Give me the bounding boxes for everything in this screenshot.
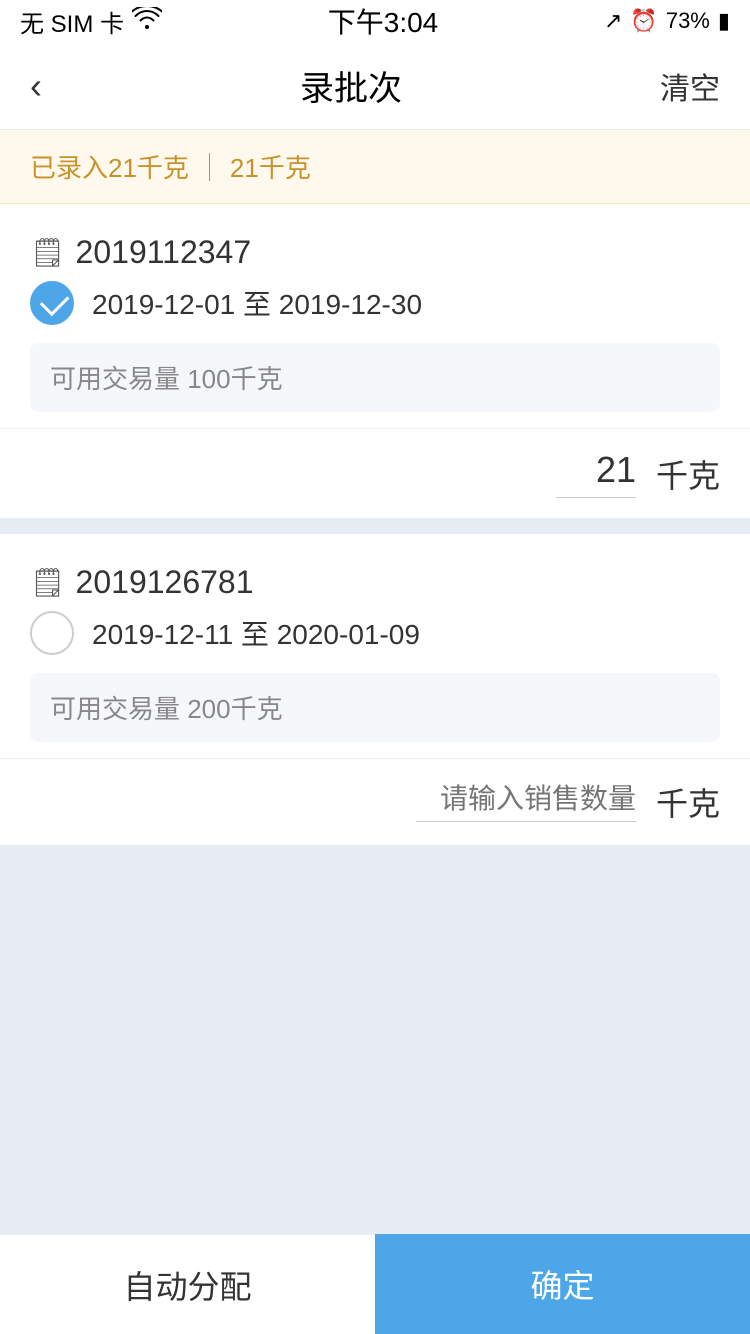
- empty-area: [0, 845, 750, 1245]
- batch-header-2: 🗒 2019126781: [0, 534, 750, 611]
- batch-date-2: 2019-12-11 至 2020-01-09: [92, 613, 420, 653]
- battery-icon: ▮: [718, 8, 730, 34]
- batch-id-2: 2019126781: [76, 564, 254, 601]
- quantity-input-wrap-2[interactable]: [416, 783, 636, 822]
- status-right: ↗ ⏰ 73% ▮: [604, 8, 730, 34]
- batch-card-1: 🗒 2019112347 2019-12-01 至 2019-12-30 可用交…: [0, 204, 750, 518]
- batch-doc-icon-2: 🗒: [30, 566, 66, 599]
- radio-btn-2[interactable]: [30, 611, 74, 655]
- recorded-label: 已录入21千克: [30, 148, 189, 185]
- quantity-row-1: 21 千克: [0, 428, 750, 518]
- section-separator: [0, 518, 750, 534]
- batch-avail-2: 可用交易量 200千克: [30, 673, 720, 742]
- batch-date-1: 2019-12-01 至 2019-12-30: [92, 283, 422, 323]
- recorded-value: 21千克: [230, 148, 311, 185]
- auto-distribute-button[interactable]: 自动分配: [0, 1234, 375, 1334]
- no-sim-text: 无 SIM 卡: [20, 4, 124, 39]
- quantity-unit-1: 千克: [656, 451, 720, 497]
- batch-id-1: 2019112347: [76, 234, 252, 271]
- location-icon: ↗: [604, 8, 622, 34]
- batch-doc-icon-1: 🗒: [30, 236, 66, 269]
- input-unit-2: 千克: [656, 779, 720, 825]
- quantity-display-1: 21: [556, 449, 636, 498]
- bottom-bar: 自动分配 确定: [0, 1234, 750, 1334]
- info-banner: 已录入21千克 21千克: [0, 130, 750, 204]
- status-bar: 无 SIM 卡 下午3:04 ↗ ⏰ 73% ▮: [0, 0, 750, 42]
- confirm-button[interactable]: 确定: [375, 1234, 750, 1334]
- alarm-icon: ⏰: [630, 8, 657, 34]
- nav-bar: ‹ 录批次 清空: [0, 42, 750, 130]
- banner-divider: [209, 153, 210, 181]
- batch-card-2: 🗒 2019126781 2019-12-11 至 2020-01-09 可用交…: [0, 534, 750, 845]
- batch-date-row-1[interactable]: 2019-12-01 至 2019-12-30: [0, 281, 750, 335]
- input-row-2[interactable]: 千克: [0, 758, 750, 845]
- batch-header-1: 🗒 2019112347: [0, 204, 750, 281]
- batch-date-row-2[interactable]: 2019-12-11 至 2020-01-09: [0, 611, 750, 665]
- status-time: 下午3:04: [328, 1, 439, 41]
- wifi-icon: [132, 7, 162, 36]
- back-button[interactable]: ‹: [30, 65, 42, 107]
- quantity-value-1: 21: [596, 449, 636, 490]
- clear-button[interactable]: 清空: [660, 64, 720, 108]
- batch-avail-1: 可用交易量 100千克: [30, 343, 720, 412]
- radio-btn-1[interactable]: [30, 281, 74, 325]
- page-title: 录批次: [300, 61, 402, 110]
- battery-text: 73%: [666, 8, 710, 34]
- quantity-input-2[interactable]: [436, 783, 636, 815]
- status-left: 无 SIM 卡: [20, 4, 162, 39]
